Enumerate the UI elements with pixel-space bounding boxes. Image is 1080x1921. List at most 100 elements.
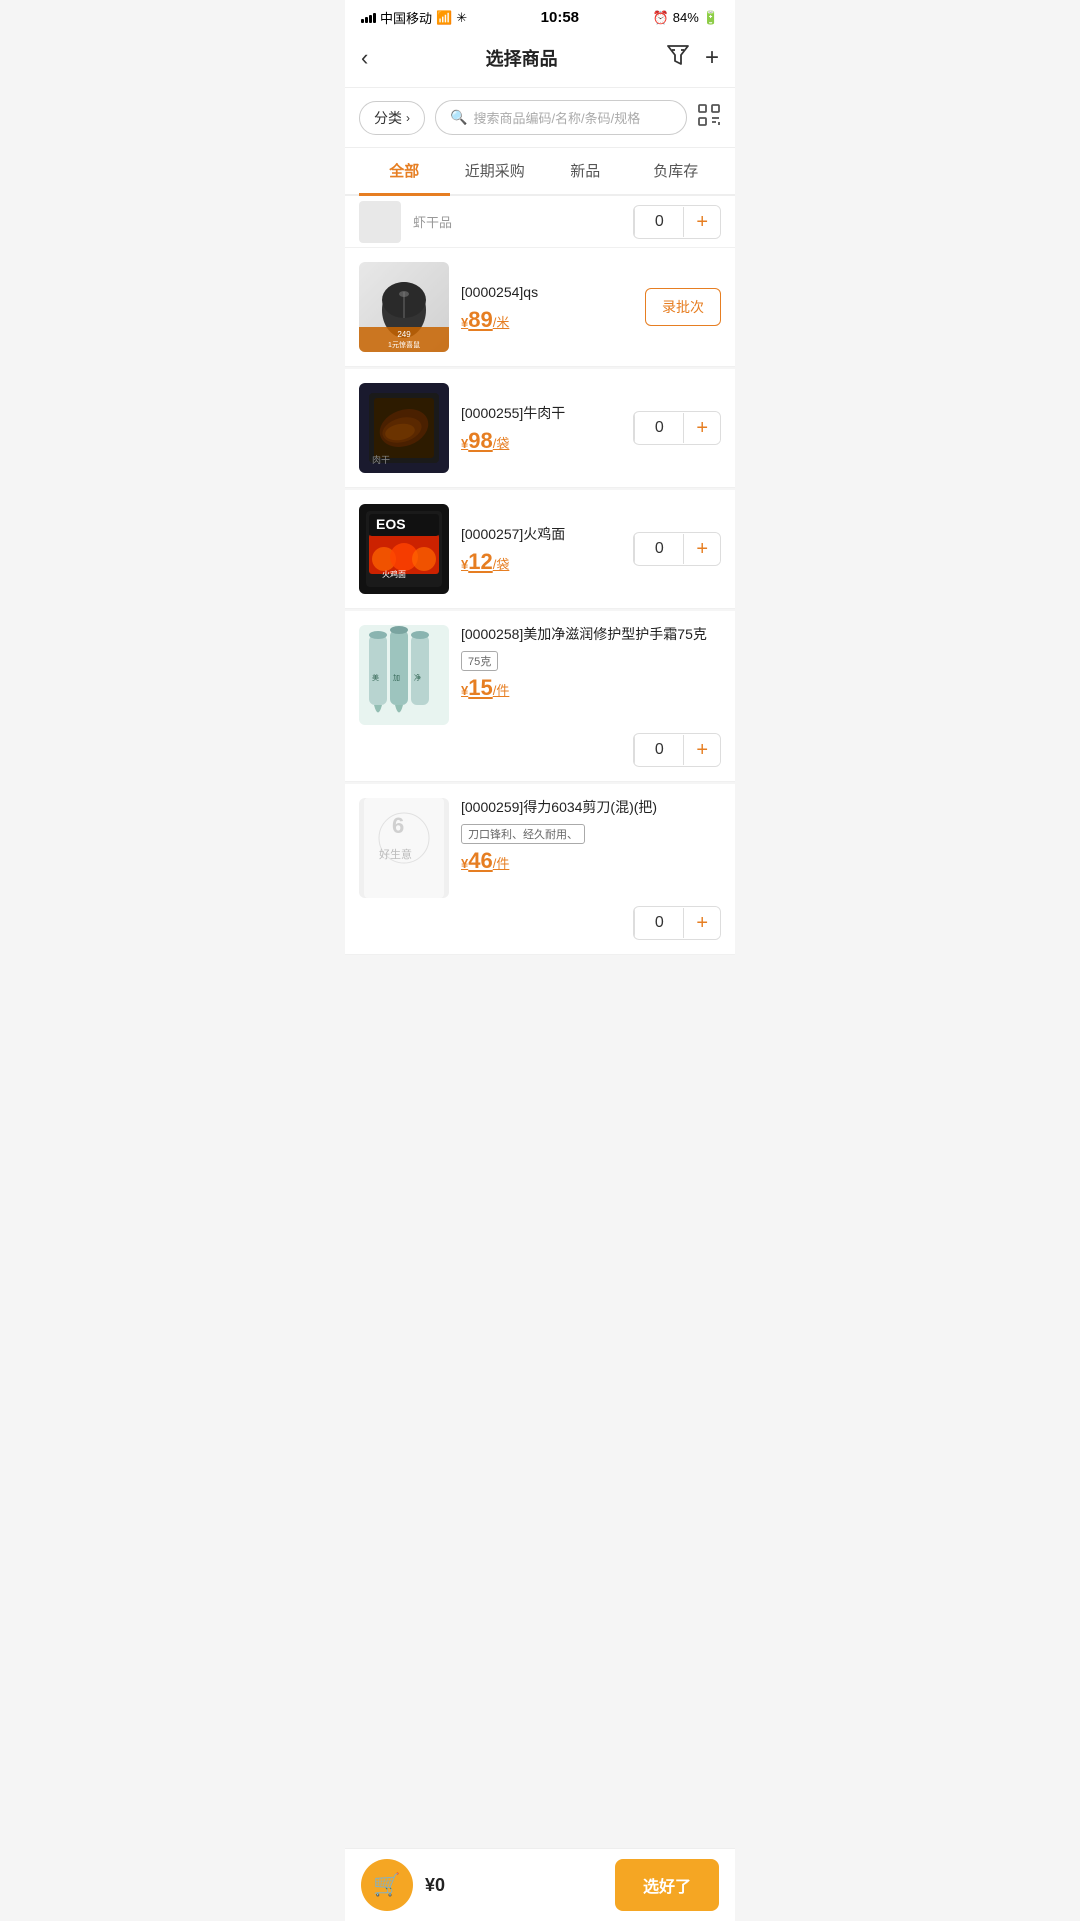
qty-plus-button-0000259[interactable]: + [684, 907, 720, 939]
product-name-0000258: [0000258]美加净滋润修护型护手霜75克 [461, 625, 721, 645]
product-badge-0000254: 249 1元惊喜鼠 [359, 327, 449, 352]
svg-text:6: 6 [392, 813, 404, 838]
tab-all[interactable]: 全部 [359, 148, 450, 196]
status-bar: 中国移动 📶 ✳ 10:58 ⏰ 84% 🔋 [345, 0, 735, 31]
price-unit-0000257: /袋 [493, 554, 510, 573]
price-value-0000259: 46 [468, 850, 492, 872]
product-item-0000254: 249 1元惊喜鼠 [0000254]qs ¥ 89 /米 录批次 [345, 248, 735, 367]
category-label: 分类 [374, 108, 402, 128]
page-title: 选择商品 [486, 45, 558, 71]
qty-plus-button-0000258[interactable]: + [684, 734, 720, 766]
price-unit-0000258: /件 [493, 680, 510, 699]
partial-qty-control[interactable]: 0 + [633, 205, 721, 239]
product-item-0000255: 肉干 [0000255]牛肉干 ¥ 98 /袋 0 + [345, 369, 735, 488]
filter-button[interactable] [667, 45, 689, 71]
product-info-0000259: [0000259]得力6034剪刀(混)(把) 刀口锋利、经久耐用、 ¥ 46 … [461, 798, 721, 872]
svg-text:EOS: EOS [376, 516, 406, 532]
batch-button-0000254[interactable]: 录批次 [645, 288, 721, 326]
price-value-0000257: 12 [468, 551, 492, 573]
product-image-0000258: 美 加 净 [359, 625, 449, 725]
product-name-0000254: [0000254]qs [461, 283, 633, 303]
svg-text:肉干: 肉干 [372, 454, 390, 465]
qty-display-0000257: 0 [634, 534, 684, 564]
add-button[interactable]: + [705, 44, 719, 72]
tab-negative[interactable]: 负库存 [631, 148, 722, 196]
product-item-0000259: 6 好生意 [0000259]得力6034剪刀(混)(把) 刀口锋利、经久耐用、… [345, 784, 735, 955]
alarm-icon: ⏰ [653, 10, 669, 26]
battery-label: 84% [673, 10, 699, 25]
battery-icon: 🔋 [703, 10, 719, 26]
status-left: 中国移动 📶 ✳ [361, 8, 467, 27]
product-action-0000259: 0 + [359, 906, 721, 940]
partial-qty-display: 0 [634, 207, 684, 237]
scan-button[interactable] [697, 103, 721, 133]
status-right: ⏰ 84% 🔋 [653, 10, 719, 26]
product-item-0000257: EOS 火鸡面 [0000257]火鸡面 ¥ 12 /袋 0 + [345, 490, 735, 609]
product-image-0000255: 肉干 [359, 383, 449, 473]
qty-display-0000255: 0 [634, 413, 684, 443]
status-time: 10:58 [541, 9, 579, 26]
product-info-0000254: [0000254]qs ¥ 89 /米 [461, 283, 633, 331]
nav-bar: ‹ 选择商品 + [345, 31, 735, 88]
product-info-0000257: [0000257]火鸡面 ¥ 12 /袋 [461, 525, 621, 573]
product-tag-0000258: 75克 [461, 651, 498, 671]
price-symbol-0000258: ¥ [461, 683, 468, 698]
sync-icon: ✳ [456, 10, 467, 26]
product-action-0000257: 0 + [633, 532, 721, 566]
search-input-wrap[interactable]: 🔍 搜索商品编码/名称/条码/规格 [435, 100, 687, 135]
tab-recent[interactable]: 近期采购 [450, 148, 541, 196]
price-unit-0000254: /米 [493, 312, 510, 331]
search-placeholder: 搜索商品编码/名称/条码/规格 [473, 108, 640, 127]
product-image-0000257: EOS 火鸡面 [359, 504, 449, 594]
price-value-0000258: 15 [468, 677, 492, 699]
search-bar: 分类 › 🔍 搜索商品编码/名称/条码/规格 [345, 88, 735, 148]
partial-qty-plus-button[interactable]: + [684, 206, 720, 238]
tab-new[interactable]: 新品 [540, 148, 631, 196]
product-list: 虾干品 0 + 249 1元惊喜鼠 [0000254]qs [345, 196, 735, 1037]
back-button[interactable]: ‹ [361, 41, 376, 75]
partial-product-item: 虾干品 0 + [345, 196, 735, 248]
nav-actions: + [667, 44, 719, 72]
product-price-0000258: ¥ 15 /件 [461, 677, 721, 699]
cart-button[interactable]: 🛒 [361, 1859, 413, 1911]
total-price: ¥0 [413, 1875, 615, 1896]
price-value-0000255: 98 [468, 430, 492, 452]
qty-display-0000258: 0 [634, 735, 684, 765]
wifi-icon: 📶 [436, 10, 452, 26]
qty-control-0000259: 0 + [633, 906, 721, 940]
price-symbol-0000254: ¥ [461, 315, 468, 330]
product-image-0000254: 249 1元惊喜鼠 [359, 262, 449, 352]
product-item-0000258: 美 加 净 [0000258]美加净滋润修护型护手霜75克 75克 ¥ 15 /… [345, 611, 735, 782]
price-symbol-0000259: ¥ [461, 856, 468, 871]
product-action-0000258: 0 + [359, 733, 721, 767]
partial-product-name: 虾干品 [413, 212, 452, 231]
qty-plus-button-0000257[interactable]: + [684, 533, 720, 565]
price-symbol-0000257: ¥ [461, 557, 468, 572]
price-symbol-0000255: ¥ [461, 436, 468, 451]
filter-tabs: 全部 近期采购 新品 负库存 [345, 148, 735, 196]
product-name-0000257: [0000257]火鸡面 [461, 525, 621, 545]
cart-icon: 🛒 [373, 1872, 400, 1898]
product-name-0000255: [0000255]牛肉干 [461, 404, 621, 424]
product-action-0000254: 录批次 [645, 288, 721, 326]
partial-product-image [359, 201, 401, 243]
price-unit-0000259: /件 [493, 853, 510, 872]
svg-text:火鸡面: 火鸡面 [382, 569, 406, 579]
product-image-0000259: 6 好生意 [359, 798, 449, 898]
qty-control-0000258: 0 + [633, 733, 721, 767]
qty-control-0000257: 0 + [633, 532, 721, 566]
svg-text:美: 美 [372, 673, 379, 682]
svg-text:加: 加 [393, 673, 400, 682]
product-price-0000259: ¥ 46 /件 [461, 850, 721, 872]
chevron-right-icon: › [406, 111, 410, 125]
category-button[interactable]: 分类 › [359, 101, 425, 135]
qty-display-0000259: 0 [634, 908, 684, 938]
bottom-bar: 🛒 ¥0 选好了 [345, 1848, 735, 1921]
qty-plus-button-0000255[interactable]: + [684, 412, 720, 444]
confirm-button[interactable]: 选好了 [615, 1859, 719, 1911]
search-icon: 🔍 [450, 109, 467, 126]
product-price-0000254: ¥ 89 /米 [461, 309, 633, 331]
product-tag-0000259: 刀口锋利、经久耐用、 [461, 824, 585, 844]
signal-icon [361, 13, 376, 23]
product-row-0000258: 美 加 净 [0000258]美加净滋润修护型护手霜75克 75克 ¥ 15 /… [359, 625, 721, 725]
